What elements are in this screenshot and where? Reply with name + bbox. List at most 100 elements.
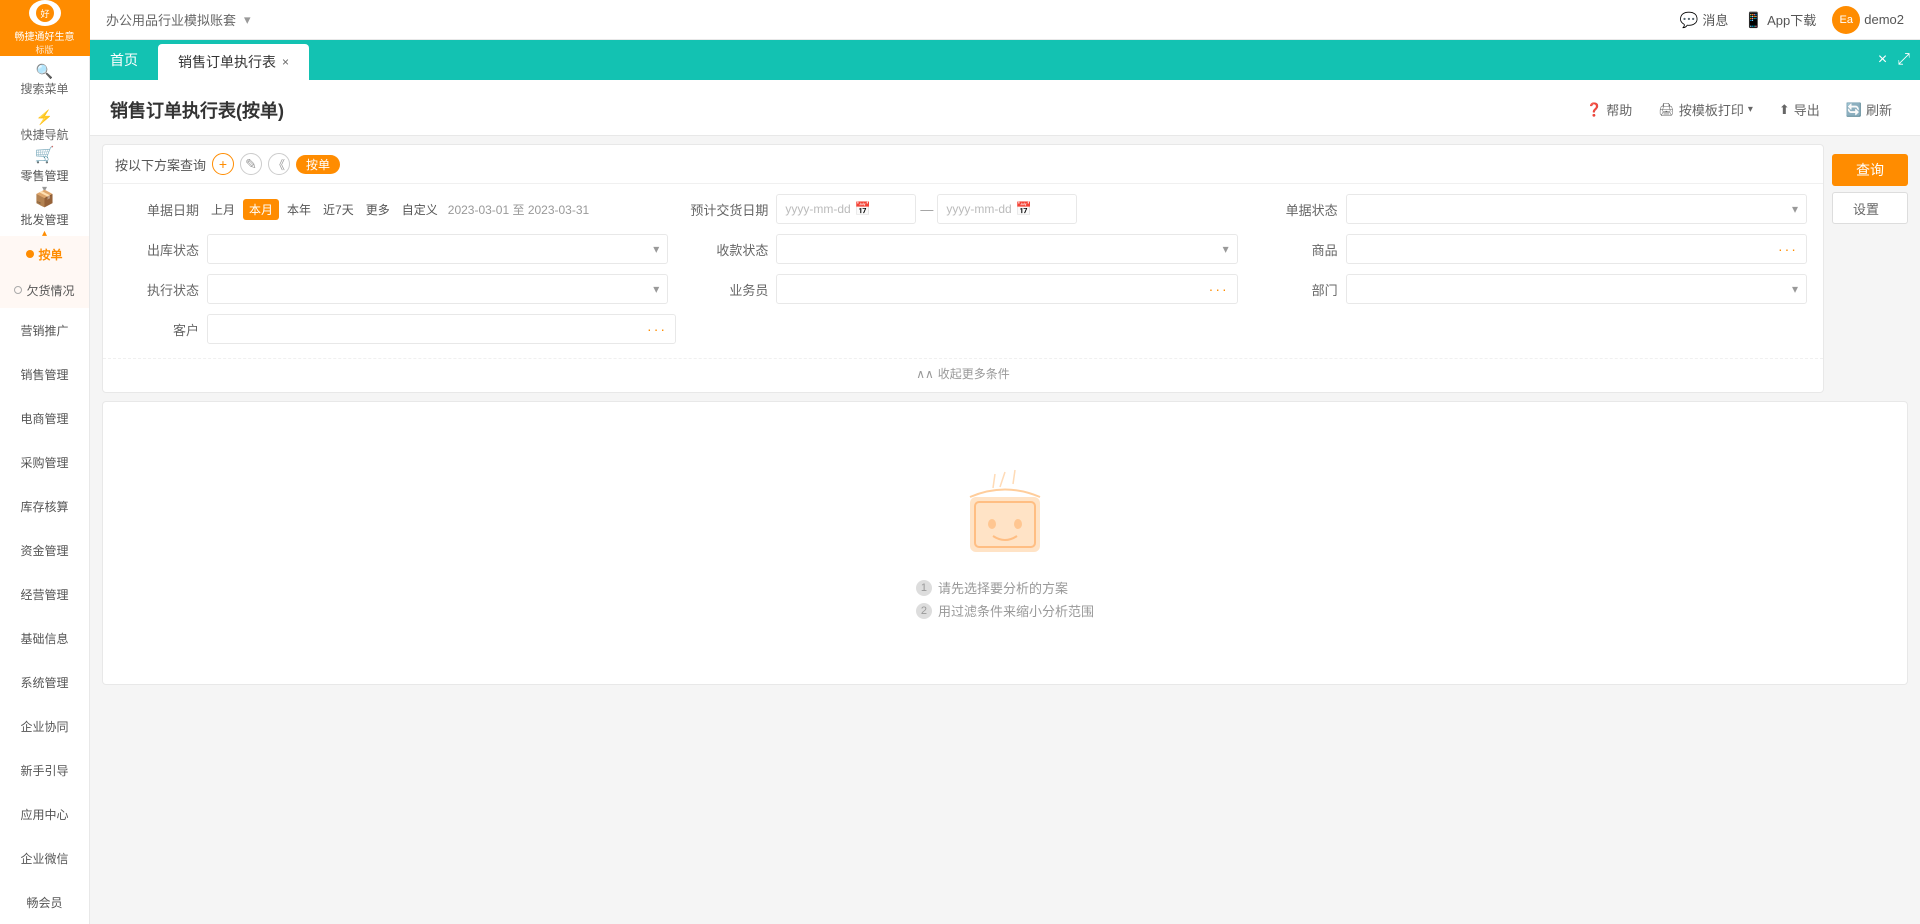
date-range-text: 2023-03-01 至 2023-03-31 (448, 201, 589, 218)
forecast-date-start[interactable]: yyyy-mm-dd 📅 (776, 194, 916, 224)
message-icon: 💬 (1680, 11, 1699, 29)
empty-hints: 1 请先选择要分析的方案 2 用过滤条件来缩小分析范围 (916, 578, 1094, 624)
sidebar-item-purchase[interactable]: 采购管理 (0, 440, 89, 484)
sidebar-item-finance[interactable]: 资金管理 (0, 528, 89, 572)
topbar-left: 办公用品行业模拟账套 ▾ (106, 10, 251, 29)
calendar-icon-2: 📅 (1016, 201, 1032, 217)
query-button[interactable]: 查询 (1832, 154, 1908, 186)
sidebar-item-retail[interactable]: 🛒 零售管理 ▾ (0, 148, 89, 192)
window-expand-icon[interactable]: ⤢ (1897, 51, 1910, 69)
date-tab-thismonth[interactable]: 本月 (243, 199, 279, 220)
tab-home[interactable]: 首页 (90, 40, 158, 80)
dept-select[interactable]: ▾ (1346, 274, 1807, 304)
search-field-dept: 部门 ▾ (1258, 274, 1807, 304)
search-field-execstatus: 执行状态 ▾ (119, 274, 668, 304)
search-field-customer: 客户 ··· (119, 314, 676, 344)
sidebar-item-inventory[interactable]: 库存核算 (0, 484, 89, 528)
sidebar-item-member[interactable]: 畅会员 (0, 880, 89, 924)
date-tab-more[interactable]: 更多 (362, 199, 394, 220)
out-status-select[interactable]: ▾ (207, 234, 668, 264)
sidebar-search[interactable]: 🔍 搜索菜单 (20, 56, 68, 104)
page-title: 销售订单执行表(按单) (110, 97, 284, 135)
date-field-group: 上月 本月 本年 近7天 更多 自定义 2023-03-01 至 2023-03… (207, 199, 668, 220)
sidebar-item-appcenter[interactable]: 应用中心 (0, 792, 89, 836)
sidebar-item-corpwechat[interactable]: 企业微信 (0, 836, 89, 880)
sidebar-item-marketing[interactable]: 营销推广 (0, 308, 89, 352)
empty-state: 1 请先选择要分析的方案 2 用过滤条件来缩小分析范围 (102, 401, 1908, 685)
sidebar-operation-label: 经营管理 (20, 586, 68, 603)
sidebar-inventory-label: 库存核算 (20, 498, 68, 515)
topbar-user[interactable]: Ea demo2 (1832, 6, 1904, 34)
topbar-msg-btn[interactable]: 💬 消息 (1680, 10, 1729, 29)
breadcrumb-arrow-icon[interactable]: ▾ (244, 12, 251, 28)
date-tab-lastmonth[interactable]: 上月 (207, 199, 239, 220)
salesman-input[interactable]: ··· (776, 274, 1237, 304)
sidebar-sales-label: 销售管理 (20, 366, 68, 383)
edit-scheme-button[interactable]: ✎ (240, 153, 262, 175)
single-status-select[interactable]: ▾ (1346, 194, 1807, 224)
sidebar-sub-wholesale: 按单 欠货情况 (0, 236, 89, 308)
empty-illustration (945, 462, 1065, 562)
page-header-actions: ❓ 帮助 🖨 按模板打印 ▾ ⬆ 导出 🔄 刷新 (1578, 96, 1900, 135)
tab-close-icon[interactable]: × (282, 55, 289, 69)
tab-active[interactable]: 销售订单执行表 × (158, 44, 309, 80)
sidebar-item-wholesale[interactable]: 📦 批发管理 ▴ (0, 192, 89, 236)
export-icon: ⬆ (1779, 102, 1790, 118)
dept-label: 部门 (1258, 280, 1338, 299)
customer-input[interactable]: ··· (207, 314, 676, 344)
sidebar-item-corp[interactable]: 企业协同 (0, 704, 89, 748)
sidebar-sub-debt[interactable]: 欠货情况 (0, 272, 89, 308)
sidebar-basic-label: 基础信息 (20, 630, 68, 647)
print-button[interactable]: 🖨 按模板打印 ▾ (1650, 96, 1761, 123)
tab-active-label: 销售订单执行表 (178, 52, 276, 72)
date-tab-thisyear[interactable]: 本年 (283, 199, 315, 220)
collapse-more-button[interactable]: ∧∧ 收起更多条件 (916, 365, 1010, 382)
sidebar-item-ecommerce[interactable]: 电商管理 (0, 396, 89, 440)
dept-arrow: ▾ (1792, 282, 1798, 296)
customer-dots[interactable]: ··· (647, 321, 667, 337)
set-button[interactable]: 设置 (1832, 192, 1908, 224)
sidebar-item-system[interactable]: 系统管理 (0, 660, 89, 704)
search-field-recvstatus: 收款状态 ▾ (688, 234, 1237, 264)
sidebar-item-operation[interactable]: 经营管理 (0, 572, 89, 616)
sidebar-finance-label: 资金管理 (20, 542, 68, 559)
customer-label: 客户 (119, 320, 199, 339)
sidebar-quicknav[interactable]: ⚡ 快捷导航 (20, 104, 68, 148)
help-button[interactable]: ❓ 帮助 (1578, 96, 1640, 123)
export-button[interactable]: ⬆ 导出 (1771, 96, 1828, 123)
goods-input[interactable]: ··· (1346, 234, 1807, 264)
forecast-date-label: 预计交货日期 (688, 200, 768, 219)
recv-status-select[interactable]: ▾ (776, 234, 1237, 264)
search-actions-row: ∧∧ 收起更多条件 (103, 358, 1823, 392)
search-side-buttons: 查询 设置 (1832, 144, 1908, 393)
sidebar-quicknav-label: 快捷导航 (20, 126, 68, 143)
add-scheme-button[interactable]: + (212, 153, 234, 175)
page-content: 销售订单执行表(按单) ❓ 帮助 🖨 按模板打印 ▾ ⬆ 导出 🔄 刷新 (90, 80, 1920, 924)
sidebar-item-sales[interactable]: 销售管理 (0, 352, 89, 396)
collapse-scheme-button[interactable]: 《 (268, 153, 290, 175)
search-field-forecastdate: 预计交货日期 yyyy-mm-dd 📅 — yyyy-mm-dd 📅 (688, 194, 1237, 224)
sidebar-logo: 好 畅捷通好生意 标版 (0, 0, 90, 56)
scheme-name: 按单 (306, 158, 330, 172)
sidebar-item-basic[interactable]: 基础信息 (0, 616, 89, 660)
refresh-icon: 🔄 (1846, 102, 1862, 118)
exec-status-select[interactable]: ▾ (207, 274, 668, 304)
sidebar-item-newbie[interactable]: 新手引导 (0, 748, 89, 792)
window-close-icon[interactable]: × (1878, 51, 1887, 69)
sidebar-sub-press[interactable]: 按单 (0, 236, 89, 272)
sidebar-newbie-label: 新手引导 (20, 762, 68, 779)
exec-status-label: 执行状态 (119, 280, 199, 299)
refresh-button[interactable]: 🔄 刷新 (1838, 96, 1900, 123)
goods-dots[interactable]: ··· (1778, 241, 1798, 257)
help-icon: ❓ (1586, 102, 1602, 118)
date-tab-custom[interactable]: 自定义 (398, 199, 442, 220)
topbar: 办公用品行业模拟账套 ▾ 💬 消息 📱 App下载 Ea demo2 (90, 0, 1920, 40)
salesman-dots[interactable]: ··· (1209, 281, 1229, 297)
date-tab-7days[interactable]: 近7天 (319, 199, 358, 220)
topbar-appdownload-label: App下载 (1767, 10, 1816, 29)
topbar-appdownload-btn[interactable]: 📱 App下载 (1744, 10, 1816, 29)
forecast-date-end[interactable]: yyyy-mm-dd 📅 (937, 194, 1077, 224)
sidebar-sub-press-label: 按单 (38, 246, 62, 263)
active-scheme-tag[interactable]: 按单 (296, 155, 340, 174)
search-row-1: 单据日期 上月 本月 本年 近7天 更多 自定义 20 (119, 194, 1807, 224)
